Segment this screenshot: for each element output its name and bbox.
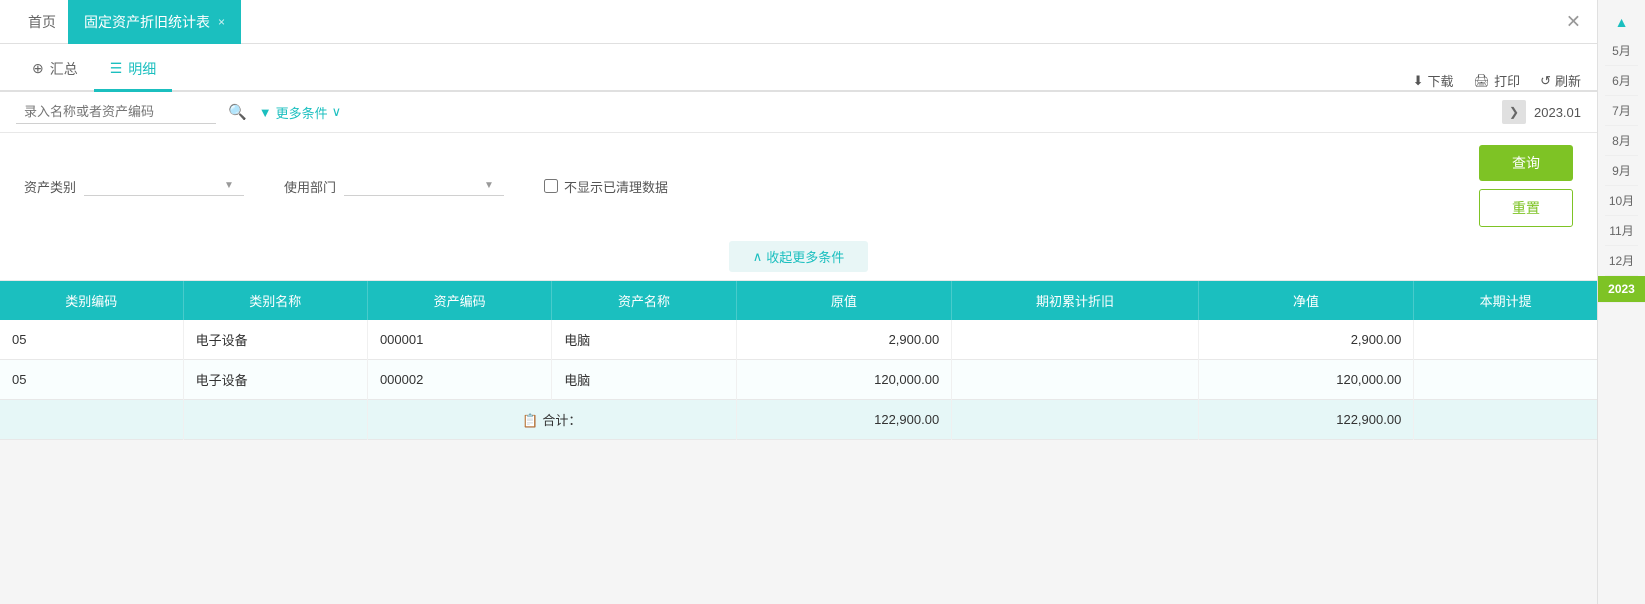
cell-original-value: 2,900.00 xyxy=(736,320,952,360)
cell-asset-code: 000001 xyxy=(367,320,551,360)
collapse-button[interactable]: ∧ 收起更多条件 xyxy=(729,241,869,272)
asset-type-input[interactable] xyxy=(84,176,224,195)
right-panel: ▲ 5月6月7月8月9月10月11月12月 2023 xyxy=(1597,0,1645,604)
action-buttons: 查询 重置 xyxy=(1479,145,1573,227)
cell-current-dep xyxy=(1414,320,1597,360)
collapse-icon: ∧ xyxy=(753,249,763,265)
month-item[interactable]: 10月 xyxy=(1605,186,1638,216)
collapse-label: 收起更多条件 xyxy=(766,247,844,266)
download-label: 下载 xyxy=(1428,71,1454,90)
print-button[interactable]: 🖨 打印 xyxy=(1474,71,1521,90)
sub-tab-bar: ⊕ 汇总 ☰ 明细 ⬇ 下载 🖨 打印 ↺ 刷新 xyxy=(0,44,1597,92)
tab-summary[interactable]: ⊕ 汇总 xyxy=(16,48,94,92)
asset-type-label: 资产类别 xyxy=(24,177,76,196)
refresh-label: 刷新 xyxy=(1555,71,1581,90)
tab-close-icon[interactable]: × xyxy=(218,15,225,29)
month-item[interactable]: 11月 xyxy=(1605,216,1638,246)
month-item[interactable]: 5月 xyxy=(1605,36,1638,66)
col-original-value: 原值 xyxy=(736,281,952,320)
asset-type-arrow-icon: ▼ xyxy=(224,180,234,191)
year-label[interactable]: 2023 xyxy=(1598,276,1645,303)
download-icon: ⬇ xyxy=(1413,73,1424,89)
refresh-icon: ↺ xyxy=(1540,73,1551,89)
cell-net-value: 2,900.00 xyxy=(1198,320,1414,360)
col-category-code: 类别编码 xyxy=(0,281,183,320)
tab-title: 固定资产折旧统计表 xyxy=(84,12,210,32)
month-item[interactable]: 6月 xyxy=(1605,66,1638,96)
search-row: 🔍 ▼ 更多条件 ∨ ❯ 2023.01 xyxy=(0,92,1597,133)
table-row: 05 电子设备 000001 电脑 2,900.00 2,900.00 xyxy=(0,320,1597,360)
col-asset-name: 资产名称 xyxy=(552,281,736,320)
cell-category-code: 05 xyxy=(0,320,183,360)
data-table-wrap: 类别编码 类别名称 资产编码 资产名称 原值 期初累计折旧 净值 本期计提 05… xyxy=(0,281,1597,440)
detail-icon: ☰ xyxy=(110,60,123,77)
summary-label: 汇总 xyxy=(50,59,78,79)
print-label: 打印 xyxy=(1494,71,1520,90)
cell-category-code: 05 xyxy=(0,360,183,400)
filter-label: 更多条件 xyxy=(276,103,328,122)
total-original-value: 122,900.00 xyxy=(736,400,952,440)
query-button[interactable]: 查询 xyxy=(1479,145,1573,181)
cell-category-name: 电子设备 xyxy=(183,320,367,360)
cell-asset-code: 000002 xyxy=(367,360,551,400)
filter-icon: ▼ xyxy=(259,105,272,120)
cell-category-name: 电子设备 xyxy=(183,360,367,400)
total-current-dep xyxy=(1414,400,1597,440)
tab-detail[interactable]: ☰ 明细 xyxy=(94,48,173,92)
dept-label: 使用部门 xyxy=(284,177,336,196)
cell-accumulated-dep xyxy=(952,320,1199,360)
print-icon: 🖨 xyxy=(1474,73,1491,89)
month-item[interactable]: 12月 xyxy=(1605,246,1638,276)
reset-button[interactable]: 重置 xyxy=(1479,189,1573,227)
active-tab[interactable]: 固定资产折旧统计表 × xyxy=(68,0,241,44)
cell-asset-name: 电脑 xyxy=(552,320,736,360)
hide-cleared-wrap: 不显示已清理数据 xyxy=(544,177,668,196)
collapse-row: ∧ 收起更多条件 xyxy=(24,235,1573,272)
top-nav: 首页 固定资产折旧统计表 × ✕ xyxy=(0,0,1597,44)
cell-net-value: 120,000.00 xyxy=(1198,360,1414,400)
refresh-button[interactable]: ↺ 刷新 xyxy=(1540,71,1581,90)
asset-type-field: 资产类别 ▼ xyxy=(24,176,244,196)
cell-accumulated-dep xyxy=(952,360,1199,400)
col-accumulated-dep: 期初累计折旧 xyxy=(952,281,1199,320)
total-row: 📋合计： 122,900.00 122,900.00 xyxy=(0,400,1597,440)
filter-area: 资产类别 ▼ 使用部门 ▼ 不显示已清理数据 查询 重置 xyxy=(0,133,1597,281)
download-button[interactable]: ⬇ 下载 xyxy=(1413,71,1454,90)
more-filter-button[interactable]: ▼ 更多条件 ∨ xyxy=(259,103,341,122)
total-label: 📋合计： xyxy=(367,400,736,440)
hide-cleared-label: 不显示已清理数据 xyxy=(564,177,668,196)
table-header-row: 类别编码 类别名称 资产编码 资产名称 原值 期初累计折旧 净值 本期计提 xyxy=(0,281,1597,320)
search-input[interactable] xyxy=(16,100,216,124)
col-asset-code: 资产编码 xyxy=(367,281,551,320)
data-table: 类别编码 类别名称 资产编码 资产名称 原值 期初累计折旧 净值 本期计提 05… xyxy=(0,281,1597,440)
search-icon[interactable]: 🔍 xyxy=(228,103,247,121)
table-row: 05 电子设备 000002 电脑 120,000.00 120,000.00 xyxy=(0,360,1597,400)
dept-field: 使用部门 ▼ xyxy=(284,176,504,196)
date-nav-prev[interactable]: ❯ xyxy=(1502,100,1526,124)
dept-select[interactable]: ▼ xyxy=(344,176,504,196)
summary-icon: ⊕ xyxy=(32,60,44,77)
col-current-dep: 本期计提 xyxy=(1414,281,1597,320)
cell-original-value: 120,000.00 xyxy=(736,360,952,400)
date-label: 2023.01 xyxy=(1534,105,1581,120)
month-item[interactable]: 7月 xyxy=(1605,96,1638,126)
home-nav-item[interactable]: 首页 xyxy=(16,12,68,32)
detail-label: 明细 xyxy=(128,59,156,79)
cell-current-dep xyxy=(1414,360,1597,400)
chevron-down-icon: ∨ xyxy=(332,104,342,120)
cell-asset-name: 电脑 xyxy=(552,360,736,400)
month-item[interactable]: 9月 xyxy=(1605,156,1638,186)
col-category-name: 类别名称 xyxy=(183,281,367,320)
scroll-up-button[interactable]: ▲ xyxy=(1598,8,1645,36)
col-net-value: 净值 xyxy=(1198,281,1414,320)
total-net-value: 122,900.00 xyxy=(1198,400,1414,440)
window-close-button[interactable]: ✕ xyxy=(1566,11,1581,32)
hide-cleared-checkbox[interactable] xyxy=(544,179,558,193)
dept-arrow-icon: ▼ xyxy=(484,180,494,191)
asset-type-select[interactable]: ▼ xyxy=(84,176,244,196)
month-item[interactable]: 8月 xyxy=(1605,126,1638,156)
dept-input[interactable] xyxy=(344,176,484,195)
total-accumulated-dep xyxy=(952,400,1199,440)
